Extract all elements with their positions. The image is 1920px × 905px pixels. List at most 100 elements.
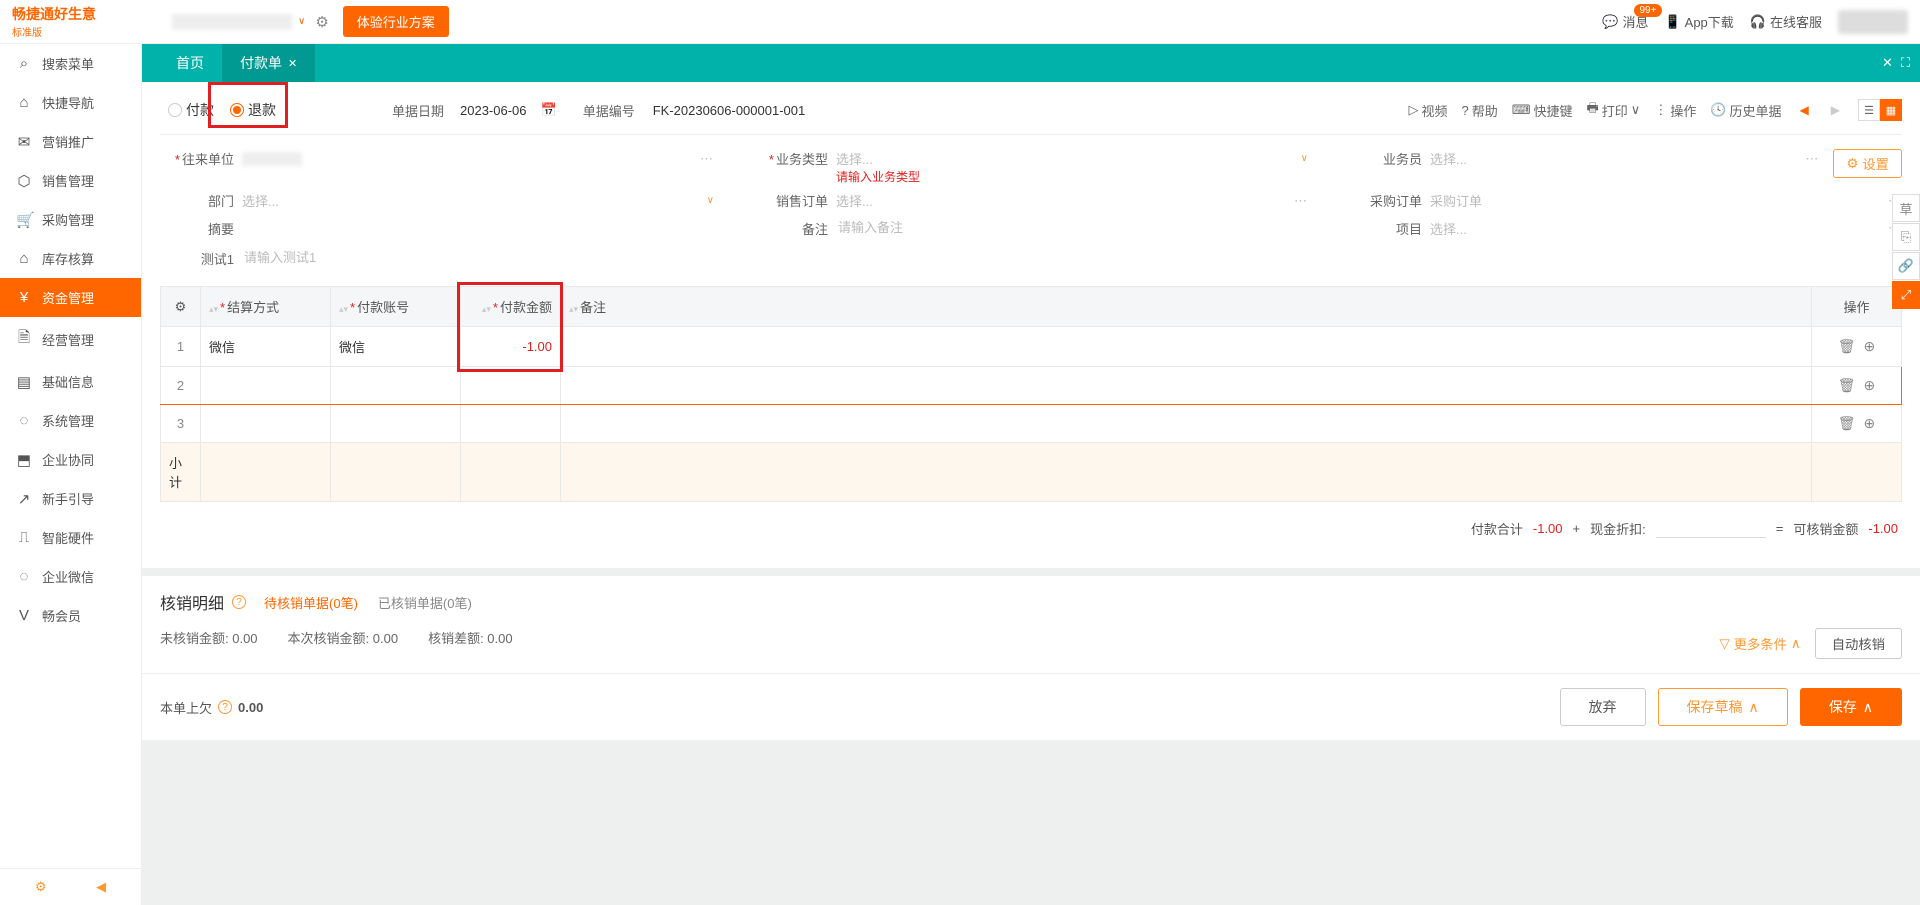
sidebar-item-hardware[interactable]: ⎍智能硬件 xyxy=(0,518,141,557)
close-icon[interactable]: ✕ xyxy=(288,57,297,70)
biztype-select[interactable]: 选择...∨ xyxy=(836,149,1308,168)
save-draft-button[interactable]: 保存草稿∧ xyxy=(1658,688,1788,726)
table-row[interactable]: 2 🗑⊕ xyxy=(161,367,1902,405)
radio-pay[interactable]: 付款 xyxy=(160,96,222,124)
vendor-select[interactable]: ⋯ xyxy=(242,151,714,167)
tab-payment[interactable]: 付款单✕ xyxy=(222,44,315,82)
calendar-icon[interactable]: 📅 xyxy=(541,102,557,118)
delete-row-icon[interactable]: 🗑 xyxy=(1838,415,1856,431)
help-icon[interactable]: ? xyxy=(232,595,246,609)
sidebar-item-wechat[interactable]: ◌企业微信 xyxy=(0,557,141,596)
sidebar-item-member[interactable]: V畅会员 xyxy=(0,596,141,635)
sidebar-item-system[interactable]: ◌系统管理 xyxy=(0,401,141,440)
content: 付款 退款 单据日期 2023-06-06 📅 单据编号 FK-20230606… xyxy=(142,82,1920,905)
cell-amount[interactable] xyxy=(461,405,561,443)
save-button[interactable]: 保存∧ xyxy=(1800,688,1902,726)
sidebar-item-stock[interactable]: ⌂库存核算 xyxy=(0,239,141,278)
table-row[interactable]: 3 🗑⊕ xyxy=(161,405,1902,443)
prev-doc-icon[interactable]: ◀ xyxy=(1796,103,1813,117)
dept-select[interactable]: 选择...∨ xyxy=(242,191,714,210)
trial-button[interactable]: 体验行业方案 xyxy=(343,6,449,37)
test1-input[interactable] xyxy=(242,246,714,270)
auto-writeoff-button[interactable]: 自动核销 xyxy=(1815,628,1902,659)
help-icon[interactable]: ? xyxy=(218,700,232,714)
view-card-icon[interactable]: ▦ xyxy=(1880,99,1902,121)
cell-amount[interactable]: -1.00 xyxy=(461,327,561,367)
sidebar-item-basic[interactable]: ▤基础信息 xyxy=(0,362,141,401)
cell-settle[interactable]: 微信 xyxy=(201,327,331,367)
cell-account[interactable] xyxy=(331,367,461,405)
radio-refund[interactable]: 退款 xyxy=(222,96,284,124)
col-settle[interactable]: ▴▾*结算方式 xyxy=(201,287,331,327)
sidebar-item-quicknav[interactable]: ⌂快捷导航 xyxy=(0,83,141,122)
discount-input[interactable] xyxy=(1656,518,1766,538)
avatar[interactable] xyxy=(1838,10,1908,34)
cell-settle[interactable] xyxy=(201,367,331,405)
purchase-order-select[interactable]: 采购订单⋯ xyxy=(1430,191,1902,210)
sales-order-select[interactable]: 选择...⋯ xyxy=(836,191,1308,210)
cell-remark[interactable] xyxy=(561,405,1812,443)
col-remark[interactable]: ▴▾备注 xyxy=(561,287,1812,327)
gear-icon[interactable]: ⚙ xyxy=(315,13,328,31)
sidebar-item-guide[interactable]: ↗新手引导 xyxy=(0,479,141,518)
date-value[interactable]: 2023-06-06 xyxy=(460,103,527,118)
doc-header-panel: 付款 退款 单据日期 2023-06-06 📅 单据编号 FK-20230606… xyxy=(142,82,1920,568)
sidebar-item-operation[interactable]: 🗎经营管理 xyxy=(0,317,141,362)
history-button[interactable]: 🕓 历史单据 xyxy=(1710,101,1781,120)
help-button[interactable]: ? 帮助 xyxy=(1461,101,1497,120)
cell-remark[interactable] xyxy=(561,327,1812,367)
online-service-link[interactable]: 🎧 在线客服 xyxy=(1750,12,1822,31)
collapse-icon[interactable]: ◀ xyxy=(96,879,106,895)
company-selector[interactable]: ∨ xyxy=(172,14,305,30)
float-copy-icon[interactable]: ⎘ xyxy=(1892,223,1920,251)
delete-row-icon[interactable]: 🗑 xyxy=(1838,338,1856,354)
float-link-icon[interactable]: 🔗 xyxy=(1892,252,1920,280)
add-row-icon[interactable]: ⊕ xyxy=(1864,338,1876,354)
sidebar-item-marketing[interactable]: ✉营销推广 xyxy=(0,122,141,161)
messages-link[interactable]: 💬 消息 99+ xyxy=(1602,12,1648,31)
view-list-icon[interactable]: ☰ xyxy=(1858,99,1880,121)
add-row-icon[interactable]: ⊕ xyxy=(1864,415,1876,431)
tab-home[interactable]: 首页 xyxy=(158,44,222,82)
float-draft-icon[interactable]: 草 xyxy=(1892,194,1920,222)
shortcut-button[interactable]: ⌨ 快捷键 xyxy=(1512,101,1573,120)
cell-account[interactable]: 微信 xyxy=(331,327,461,367)
more-filter-button[interactable]: ▽更多条件 ∧ xyxy=(1719,634,1800,653)
sidebar-item-collab[interactable]: ⬒企业协同 xyxy=(0,440,141,479)
table-row[interactable]: 1 微信 微信 -1.00 🗑⊕ xyxy=(161,327,1902,367)
settings-button[interactable]: ⚙设置 xyxy=(1833,149,1902,178)
video-button[interactable]: ▷ 视频 xyxy=(1408,101,1447,120)
sidebar-item-search[interactable]: ⌕搜索菜单 xyxy=(0,44,141,83)
settings-icon[interactable]: ⚙ xyxy=(35,879,47,895)
cell-ops: 🗑⊕ xyxy=(1812,367,1902,405)
label: 设置 xyxy=(1862,154,1889,173)
tab-done[interactable]: 已核销单据(0笔) xyxy=(378,593,472,612)
print-button[interactable]: 🖶 打印 ∨ xyxy=(1587,99,1641,121)
discard-button[interactable]: 放弃 xyxy=(1560,688,1646,726)
float-expand-icon[interactable]: ⤢ xyxy=(1892,281,1920,309)
field-label: 项目 xyxy=(1348,219,1422,238)
delete-row-icon[interactable]: 🗑 xyxy=(1838,377,1856,393)
col-amount[interactable]: ▴▾*付款金额 xyxy=(461,287,561,327)
cell-account[interactable] xyxy=(331,405,461,443)
cell-remark[interactable] xyxy=(561,367,1812,405)
next-doc-icon[interactable]: ▶ xyxy=(1827,103,1844,117)
operate-button[interactable]: ⋮ 操作 xyxy=(1654,101,1696,120)
col-gear[interactable]: ⚙ xyxy=(161,287,201,327)
sidebar-item-funds[interactable]: ¥资金管理 xyxy=(0,278,141,317)
project-select[interactable]: 选择...⋯ xyxy=(1430,219,1902,238)
tabs-right: ✕ ⛶ xyxy=(1882,55,1910,71)
summary-input[interactable] xyxy=(242,216,714,240)
tab-close-all-icon[interactable]: ✕ xyxy=(1882,55,1893,71)
tab-pending[interactable]: 待核销单据(0笔) xyxy=(264,593,358,612)
sidebar-item-sales[interactable]: ⬡销售管理 xyxy=(0,161,141,200)
add-row-icon[interactable]: ⊕ xyxy=(1864,377,1876,393)
fullscreen-icon[interactable]: ⛶ xyxy=(1901,55,1910,71)
remark-input[interactable] xyxy=(836,216,1308,240)
col-account[interactable]: ▴▾*付款账号 xyxy=(331,287,461,327)
cell-settle[interactable] xyxy=(201,405,331,443)
cell-amount[interactable] xyxy=(461,367,561,405)
app-download-link[interactable]: 📱 App下载 xyxy=(1664,12,1733,31)
clerk-select[interactable]: 选择...⋯ xyxy=(1430,149,1819,168)
sidebar-item-purchase[interactable]: 🛒采购管理 xyxy=(0,200,141,239)
